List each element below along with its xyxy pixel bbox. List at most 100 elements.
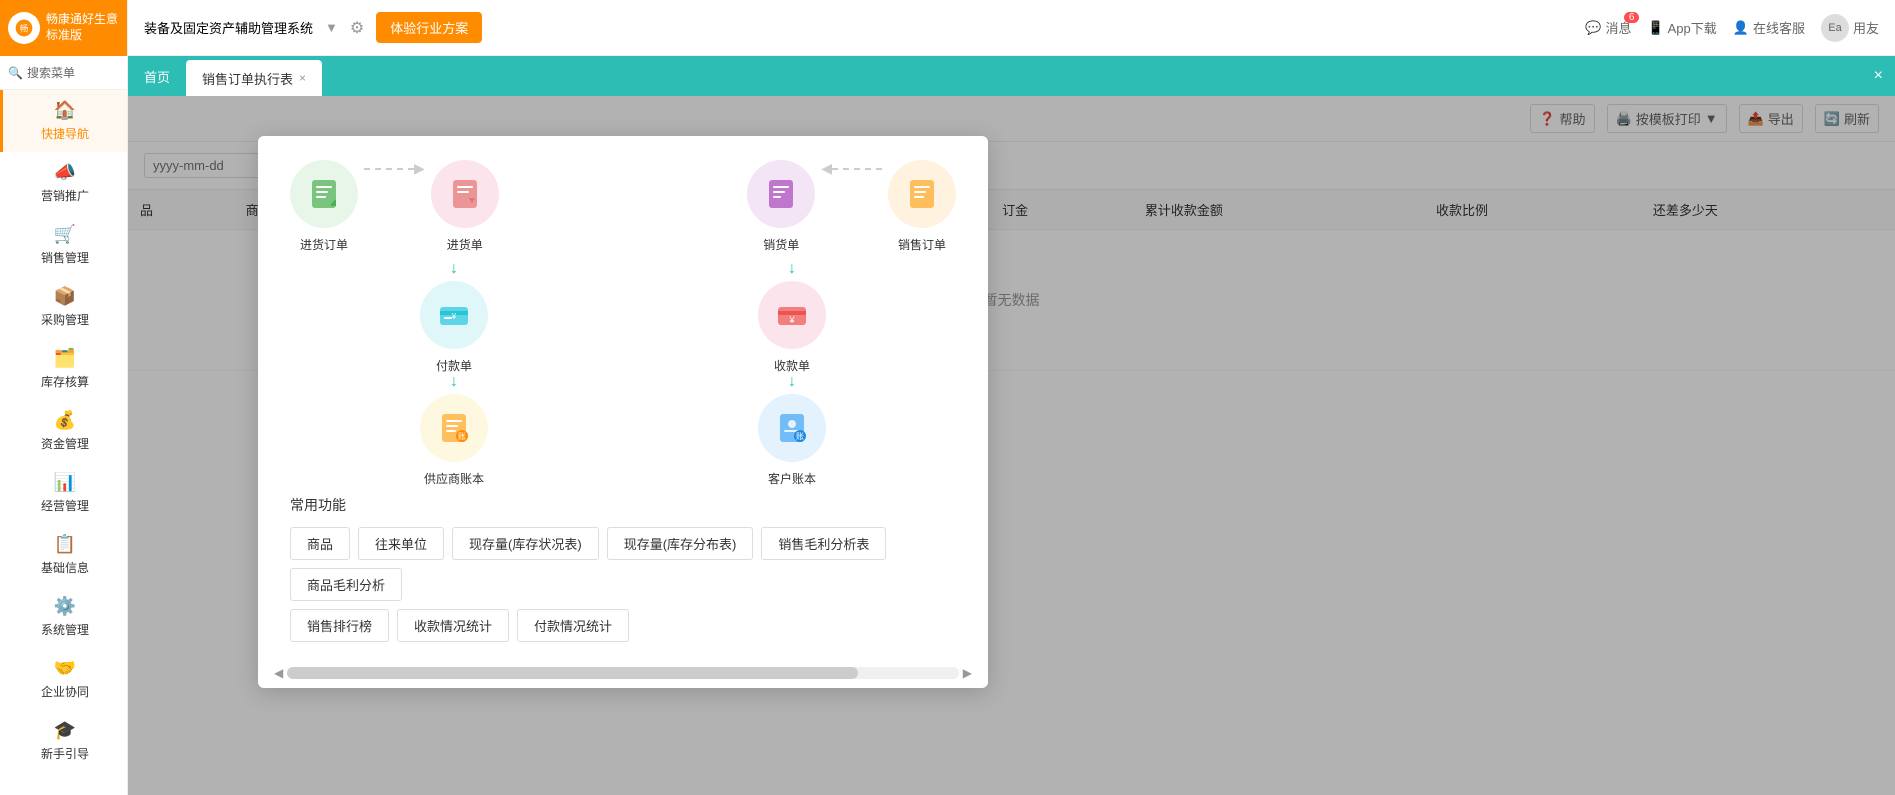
- supplier-col: ↓ 账 供应商账本: [420, 374, 488, 487]
- func-btn-receipt-stats[interactable]: 收款情况统计: [397, 609, 509, 642]
- svg-text:账: 账: [458, 432, 466, 441]
- topbar-actions: 💬 消息 6 📱 App下载 👤 在线客服 Ea 用友: [1585, 14, 1879, 42]
- svg-text:畅: 畅: [20, 23, 28, 33]
- system-icon: ⚙️: [54, 596, 76, 617]
- logo-text: 畅康通好生意 标准版: [46, 12, 118, 43]
- sidebar-item-enterprise[interactable]: 🤝 企业协同: [0, 648, 127, 710]
- tab-home[interactable]: 首页: [128, 56, 186, 96]
- logo-icon: 畅: [8, 12, 40, 44]
- sidebar-item-operations[interactable]: 📊 经营管理: [0, 462, 127, 524]
- content-area: ❓ 帮助 🖨️ 按模板打印 ▼ 📤 导出 �: [128, 96, 1895, 795]
- home-icon: 🏠: [54, 100, 76, 121]
- flow-row3: ↓ 账 供应商账本 ↓: [290, 374, 956, 487]
- sidebar-item-guide[interactable]: 🎓 新手引导: [0, 710, 127, 772]
- system-title: 装备及固定资产辅助管理系统: [144, 18, 313, 37]
- customer-ledger-icon: 账: [758, 394, 826, 462]
- receipt-col: ↓ ¥ 收款单: [758, 261, 826, 374]
- user-menu[interactable]: Ea 用友: [1821, 14, 1879, 42]
- tab-sales-order-exec[interactable]: 销售订单执行表 ×: [186, 60, 322, 96]
- supplier-ledger-icon: 账: [420, 394, 488, 462]
- message-icon: 💬: [1585, 20, 1601, 36]
- enterprise-icon: 🤝: [54, 658, 76, 679]
- flow-node-sales-bill[interactable]: 销货单: [747, 160, 815, 253]
- trial-btn[interactable]: 体验行业方案: [376, 12, 482, 43]
- scrollbar-thumb[interactable]: [287, 667, 858, 679]
- online-service-btn[interactable]: 👤 在线客服: [1733, 18, 1805, 37]
- close-all-tabs[interactable]: ×: [1862, 67, 1895, 85]
- sidebar-logo: 畅 畅康通好生意 标准版: [0, 0, 127, 56]
- svg-text:¥: ¥: [451, 312, 457, 321]
- modal-scroll-controls: ◀ ▶: [274, 666, 972, 680]
- func-btn-stock-dist[interactable]: 现存量(库存分布表): [607, 527, 754, 560]
- func-btn-payment-stats[interactable]: 付款情况统计: [517, 609, 629, 642]
- sidebar-item-marketing[interactable]: 📣 营销推广: [0, 152, 127, 214]
- sidebar-search[interactable]: 🔍 搜索菜单: [0, 56, 127, 90]
- message-btn[interactable]: 💬 消息 6: [1585, 18, 1631, 37]
- sidebar-item-basic-info[interactable]: 📋 基础信息: [0, 524, 127, 586]
- modal-overlay[interactable]: 进货订单 ▶: [128, 96, 1895, 795]
- flow-node-payment[interactable]: ¥ 付款单: [420, 281, 488, 374]
- func-btn-product-gross[interactable]: 商品毛利分析: [290, 568, 402, 601]
- func-btn-sales-gross[interactable]: 销售毛利分析表: [761, 527, 886, 560]
- modal-scroll-area: ◀ ▶: [258, 666, 988, 688]
- sidebar-item-finance[interactable]: 💰 资金管理: [0, 400, 127, 462]
- tab-bar: 首页 销售订单执行表 × ×: [128, 56, 1895, 96]
- scroll-left-arrow[interactable]: ◀: [274, 666, 283, 680]
- flow-node-purchase-bill[interactable]: 进货单: [431, 160, 499, 253]
- func-buttons-row1: 商品 往来单位 现存量(库存状况表) 现存量(库存分布表) 销售毛利分析表 商品…: [290, 527, 956, 601]
- flow-node-receipt[interactable]: ¥ 收款单: [758, 281, 826, 374]
- func-btn-partner[interactable]: 往来单位: [358, 527, 444, 560]
- common-funcs-title: 常用功能: [290, 495, 956, 515]
- func-btn-stock-status[interactable]: 现存量(库存状况表): [452, 527, 599, 560]
- payment-col: ↓ ¥ 付款单: [420, 261, 488, 374]
- download-icon: 📱: [1647, 20, 1663, 36]
- main-area: 装备及固定资产辅助管理系统 ▼ ⚙ 体验行业方案 💬 消息 6 📱 App下载 …: [128, 0, 1895, 795]
- purchase-bill-icon: [431, 160, 499, 228]
- arrow-down-payment: ↓: [450, 261, 458, 277]
- flow-modal: 进货订单 ▶: [258, 136, 988, 688]
- search-icon: 🔍: [8, 66, 23, 80]
- marketing-icon: 📣: [54, 162, 76, 183]
- arrow-down-customer: ↓: [788, 374, 796, 390]
- sidebar: 畅 畅康通好生意 标准版 🔍 搜索菜单 🏠 快捷导航 📣 营销推广 🛒 销售管理: [0, 0, 128, 795]
- receipt-icon: ¥: [758, 281, 826, 349]
- common-funcs: 常用功能 商品 往来单位 现存量(库存状况表) 现存量(库存分布表) 销售毛利分…: [290, 495, 956, 642]
- sales-icon: 🛒: [54, 224, 76, 245]
- sidebar-item-quick-nav[interactable]: 🏠 快捷导航: [0, 90, 127, 152]
- customer-col: ↓ 账 客户账本: [758, 374, 826, 487]
- avatar: Ea: [1821, 14, 1849, 42]
- flow-node-customer-ledger[interactable]: 账 客户账本: [758, 394, 826, 487]
- flow-node-sales-order[interactable]: 销售订单: [888, 160, 956, 253]
- flow-diagram: 进货订单 ▶: [290, 160, 956, 253]
- arrow-purchase-order-to-bill: ▶: [364, 160, 425, 205]
- sales-order-icon: [888, 160, 956, 228]
- app-container: 畅 畅康通好生意 标准版 🔍 搜索菜单 🏠 快捷导航 📣 营销推广 🛒 销售管理: [0, 0, 1895, 795]
- modal-content: 进货订单 ▶: [258, 136, 988, 666]
- flow-row2: ↓ ¥ 付款单 ↓: [290, 261, 956, 374]
- payment-icon: ¥: [420, 281, 488, 349]
- flow-node-supplier-ledger[interactable]: 账 供应商账本: [420, 394, 488, 487]
- sidebar-item-sales[interactable]: 🛒 销售管理: [0, 214, 127, 276]
- settings-icon[interactable]: ⚙: [350, 18, 364, 38]
- dropdown-icon[interactable]: ▼: [325, 20, 338, 35]
- tab-close-icon[interactable]: ×: [299, 71, 306, 85]
- scroll-right-arrow[interactable]: ▶: [963, 666, 972, 680]
- operations-icon: 📊: [54, 472, 76, 493]
- arrow-down-supplier: ↓: [450, 374, 458, 390]
- guide-icon: 🎓: [54, 720, 76, 741]
- func-btn-sales-rank[interactable]: 销售排行榜: [290, 609, 389, 642]
- modal-scrollbar[interactable]: [287, 667, 959, 679]
- purchase-icon: 📦: [54, 286, 76, 307]
- sidebar-item-purchase[interactable]: 📦 采购管理: [0, 276, 127, 338]
- app-download-btn[interactable]: 📱 App下载: [1647, 18, 1716, 37]
- sidebar-item-system[interactable]: ⚙️ 系统管理: [0, 586, 127, 648]
- finance-icon: 💰: [54, 410, 76, 431]
- topbar: 装备及固定资产辅助管理系统 ▼ ⚙ 体验行业方案 💬 消息 6 📱 App下载 …: [128, 0, 1895, 56]
- func-btn-product[interactable]: 商品: [290, 527, 350, 560]
- sidebar-item-inventory[interactable]: 🗂️ 库存核算: [0, 338, 127, 400]
- flow-node-purchase-order[interactable]: 进货订单: [290, 160, 358, 253]
- basic-info-icon: 📋: [54, 534, 76, 555]
- svg-text:账: 账: [796, 432, 804, 441]
- arrow-down-receipt: ↓: [788, 261, 796, 277]
- arrow-sales-order-to-bill: ◀: [821, 160, 882, 205]
